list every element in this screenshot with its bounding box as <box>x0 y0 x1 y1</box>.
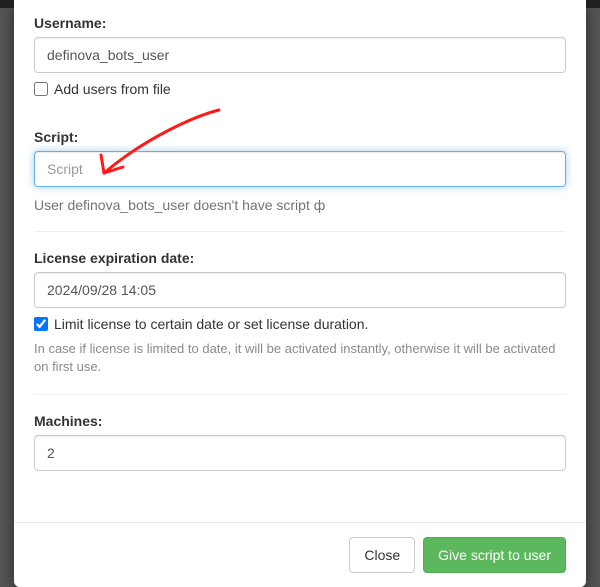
license-date-input[interactable] <box>34 272 566 308</box>
close-button[interactable]: Close <box>349 537 415 573</box>
separator-2 <box>34 394 566 395</box>
modal-body: Username: Add users from file Script: Us… <box>14 0 586 522</box>
limit-license-checkbox[interactable] <box>34 317 48 331</box>
add-users-from-file-label: Add users from file <box>54 81 171 97</box>
username-group: Username: Add users from file <box>34 15 566 97</box>
modal-footer: Close Give script to user <box>14 522 586 587</box>
license-label: License expiration date: <box>34 250 566 266</box>
separator-1 <box>34 231 566 232</box>
script-note: User definova_bots_user doesn't have scr… <box>34 197 566 213</box>
license-hint: In case if license is limited to date, i… <box>34 340 566 376</box>
give-script-button[interactable]: Give script to user <box>423 537 566 573</box>
limit-license-label: Limit license to certain date or set lic… <box>54 316 368 332</box>
machines-input[interactable] <box>34 435 566 471</box>
limit-license-row: Limit license to certain date or set lic… <box>34 316 566 332</box>
script-group: Script: User definova_bots_user doesn't … <box>34 129 566 213</box>
modal-backdrop: Username: Add users from file Script: Us… <box>0 0 600 587</box>
give-script-modal: Username: Add users from file Script: Us… <box>14 0 586 587</box>
username-input[interactable] <box>34 37 566 73</box>
machines-group: Machines: <box>34 413 566 471</box>
license-group: License expiration date: Limit license t… <box>34 250 566 376</box>
username-label: Username: <box>34 15 566 31</box>
add-users-from-file-checkbox[interactable] <box>34 82 48 96</box>
add-users-from-file-row: Add users from file <box>34 81 566 97</box>
machines-label: Machines: <box>34 413 566 429</box>
script-label: Script: <box>34 129 566 145</box>
script-input[interactable] <box>34 151 566 187</box>
